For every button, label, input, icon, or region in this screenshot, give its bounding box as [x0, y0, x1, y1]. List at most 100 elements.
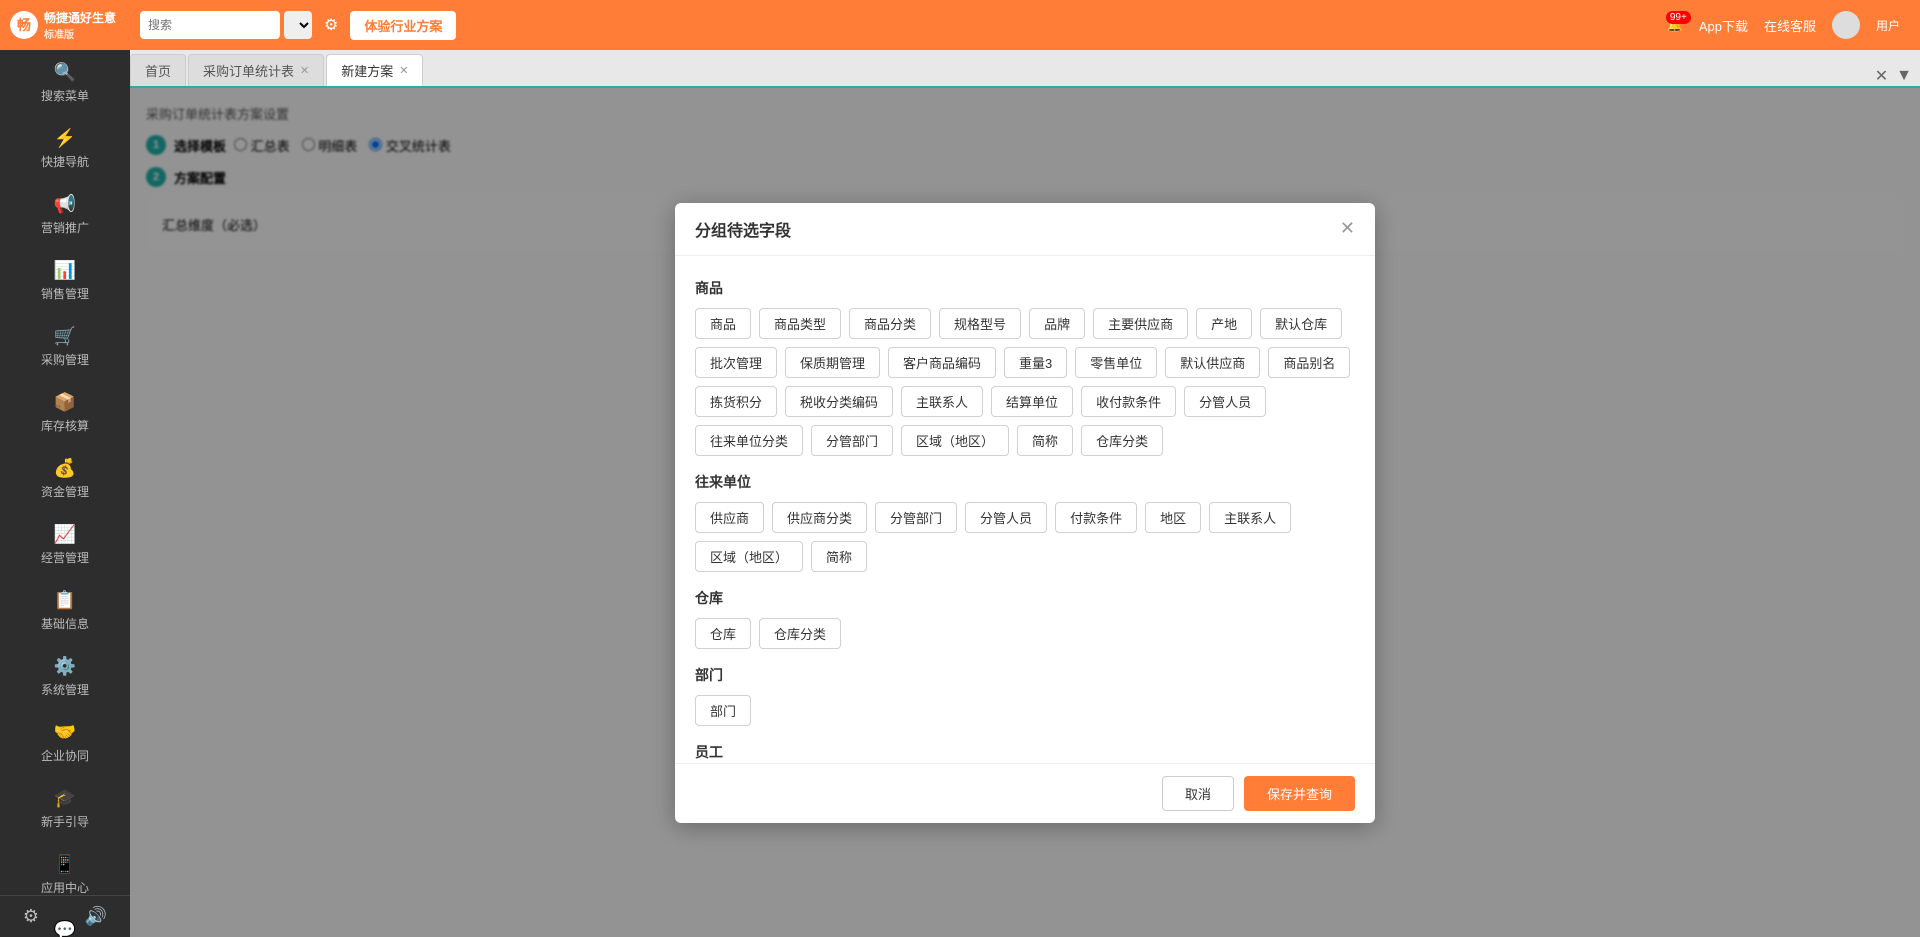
tags-group-partner: 供应商 供应商分类 分管部门 分管人员 付款条件 地区 主联系人 区域（地区） … [695, 502, 1355, 572]
tab-purchase-stats-close[interactable]: ✕ [300, 64, 309, 77]
tag-goods-16[interactable]: 税收分类编码 [785, 386, 893, 417]
sidebar-item-basic-info[interactable]: 📋 基础信息 [0, 578, 130, 644]
tag-goods-3[interactable]: 规格型号 [939, 308, 1021, 339]
svg-text:畅: 畅 [17, 17, 31, 33]
tags-group-warehouse: 仓库 仓库分类 [695, 618, 1355, 649]
sidebar-item-system[interactable]: ⚙️ 系统管理 [0, 644, 130, 710]
settings-bottom-icon[interactable]: ⚙ [23, 906, 39, 927]
tag-goods-9[interactable]: 保质期管理 [785, 347, 880, 378]
tag-goods-20[interactable]: 分管人员 [1184, 386, 1266, 417]
tag-goods-15[interactable]: 拣货积分 [695, 386, 777, 417]
tag-partner-4[interactable]: 付款条件 [1055, 502, 1137, 533]
tag-partner-1[interactable]: 供应商分类 [772, 502, 867, 533]
tag-goods-23[interactable]: 区域（地区） [901, 425, 1009, 456]
tab-new-scheme-close[interactable]: ✕ [399, 64, 408, 77]
sidebar-item-label: 应用中心 [41, 879, 89, 896]
modal-close-icon[interactable]: ✕ [1340, 218, 1355, 239]
sidebar-item-marketing[interactable]: 📢 营销推广 [0, 182, 130, 248]
tab-purchase-stats[interactable]: 采购订单统计表 ✕ [188, 54, 324, 86]
tag-goods-7[interactable]: 默认仓库 [1260, 308, 1342, 339]
tag-partner-3[interactable]: 分管人员 [965, 502, 1047, 533]
section-title-partner: 往来单位 [695, 472, 1355, 492]
tag-goods-21[interactable]: 往来单位分类 [695, 425, 803, 456]
tag-goods-17[interactable]: 主联系人 [901, 386, 983, 417]
tag-partner-7[interactable]: 区域（地区） [695, 541, 803, 572]
sidebar-item-enterprise[interactable]: 🤝 企业协同 [0, 710, 130, 776]
sidebar-item-business[interactable]: 📈 经营管理 [0, 512, 130, 578]
tag-dept-0[interactable]: 部门 [695, 695, 751, 726]
sidebar-item-search[interactable]: 🔍 搜索菜单 [0, 50, 130, 116]
tag-goods-18[interactable]: 结算单位 [991, 386, 1073, 417]
user-name: 用户 [1876, 17, 1900, 34]
sidebar-item-sales[interactable]: 📊 销售管理 [0, 248, 130, 314]
online-service-link[interactable]: 在线客服 [1764, 16, 1816, 35]
notification-bell[interactable]: 🔔 99+ [1667, 17, 1683, 33]
tag-goods-19[interactable]: 收付款条件 [1081, 386, 1176, 417]
tags-group-goods: 商品 商品类型 商品分类 规格型号 品牌 主要供应商 产地 默认仓库 批次管理 … [695, 308, 1355, 456]
section-title-goods: 商品 [695, 278, 1355, 298]
app-download-link[interactable]: App下载 [1699, 16, 1748, 35]
volume-bottom-icon[interactable]: 🔊 [85, 906, 107, 927]
tabs-actions: ✕ ▼ [1875, 66, 1920, 86]
header-right: 🔔 99+ App下载 在线客服 用户 [1667, 11, 1920, 39]
tabs-bar: 首页 采购订单统计表 ✕ 新建方案 ✕ ✕ ▼ [130, 50, 1920, 88]
search-input[interactable] [140, 11, 280, 39]
sidebar-item-guide[interactable]: 🎓 新手引导 [0, 776, 130, 842]
settings-icon[interactable]: ⚙ [324, 15, 338, 35]
tag-goods-13[interactable]: 默认供应商 [1165, 347, 1260, 378]
tab-home[interactable]: 首页 [130, 54, 186, 86]
tabs-more-icon[interactable]: ▼ [1896, 67, 1912, 85]
phone-icon: 📱 [54, 854, 76, 875]
modal-cancel-button[interactable]: 取消 [1162, 776, 1234, 811]
tag-goods-5[interactable]: 主要供应商 [1093, 308, 1188, 339]
logo-icon: 畅 [10, 11, 38, 39]
app-name: 畅捷通好生意 [44, 9, 116, 26]
tag-goods-8[interactable]: 批次管理 [695, 347, 777, 378]
tags-group-dept: 部门 [695, 695, 1355, 726]
tag-goods-10[interactable]: 客户商品编码 [888, 347, 996, 378]
sidebar-item-inventory[interactable]: 📦 库存核算 [0, 380, 130, 446]
clipboard-icon: 📋 [54, 590, 76, 611]
cart-icon: 🛒 [54, 326, 76, 347]
app-logo: 畅 畅捷通好生意 标准版 [0, 0, 130, 50]
header-search-area: ⚙ [140, 11, 338, 39]
tag-goods-22[interactable]: 分管部门 [811, 425, 893, 456]
sidebar-item-label: 快捷导航 [41, 153, 89, 170]
modal-confirm-button[interactable]: 保存并查询 [1244, 776, 1355, 811]
tag-partner-0[interactable]: 供应商 [695, 502, 764, 533]
tag-partner-5[interactable]: 地区 [1145, 502, 1201, 533]
tag-goods-12[interactable]: 零售单位 [1075, 347, 1157, 378]
search-category-select[interactable] [284, 11, 312, 39]
experience-plan-button[interactable]: 体验行业方案 [350, 11, 456, 40]
tabs-close-all-icon[interactable]: ✕ [1875, 66, 1888, 86]
sidebar-item-label: 库存核算 [41, 417, 89, 434]
tag-warehouse-0[interactable]: 仓库 [695, 618, 751, 649]
tag-goods-4[interactable]: 品牌 [1029, 308, 1085, 339]
tag-goods-24[interactable]: 简称 [1017, 425, 1073, 456]
trend-icon: 📈 [54, 524, 76, 545]
field-select-modal: 分组待选字段 ✕ 商品 商品 商品类型 商品分类 规格型号 品牌 主要供应商 产… [675, 203, 1375, 823]
notification-badge: 99+ [1666, 11, 1691, 24]
tag-partner-8[interactable]: 简称 [811, 541, 867, 572]
tab-new-scheme[interactable]: 新建方案 ✕ [326, 54, 423, 86]
sidebar-item-purchase[interactable]: 🛒 采购管理 [0, 314, 130, 380]
sidebar-item-quicknav[interactable]: ⚡ 快捷导航 [0, 116, 130, 182]
tag-goods-14[interactable]: 商品别名 [1268, 347, 1350, 378]
avatar[interactable] [1832, 11, 1860, 39]
tag-goods-0[interactable]: 商品 [695, 308, 751, 339]
tag-warehouse-1[interactable]: 仓库分类 [759, 618, 841, 649]
sidebar-bottom: ⚙ 🔊 [0, 895, 130, 937]
tag-goods-6[interactable]: 产地 [1196, 308, 1252, 339]
graduation-icon: 🎓 [54, 788, 76, 809]
modal-overlay: 分组待选字段 ✕ 商品 商品 商品类型 商品分类 规格型号 品牌 主要供应商 产… [130, 88, 1920, 937]
tag-goods-11[interactable]: 重量3 [1004, 347, 1067, 378]
sidebar-item-label: 新手引导 [41, 813, 89, 830]
modal-body[interactable]: 商品 商品 商品类型 商品分类 规格型号 品牌 主要供应商 产地 默认仓库 批次… [675, 256, 1375, 763]
tag-partner-2[interactable]: 分管部门 [875, 502, 957, 533]
tag-goods-1[interactable]: 商品类型 [759, 308, 841, 339]
tag-goods-25[interactable]: 仓库分类 [1081, 425, 1163, 456]
tag-goods-2[interactable]: 商品分类 [849, 308, 931, 339]
sidebar: 畅 畅捷通好生意 标准版 🔍 搜索菜单 ⚡ 快捷导航 📢 营销推广 📊 销售管理… [0, 0, 130, 937]
tag-partner-6[interactable]: 主联系人 [1209, 502, 1291, 533]
sidebar-item-finance[interactable]: 💰 资金管理 [0, 446, 130, 512]
